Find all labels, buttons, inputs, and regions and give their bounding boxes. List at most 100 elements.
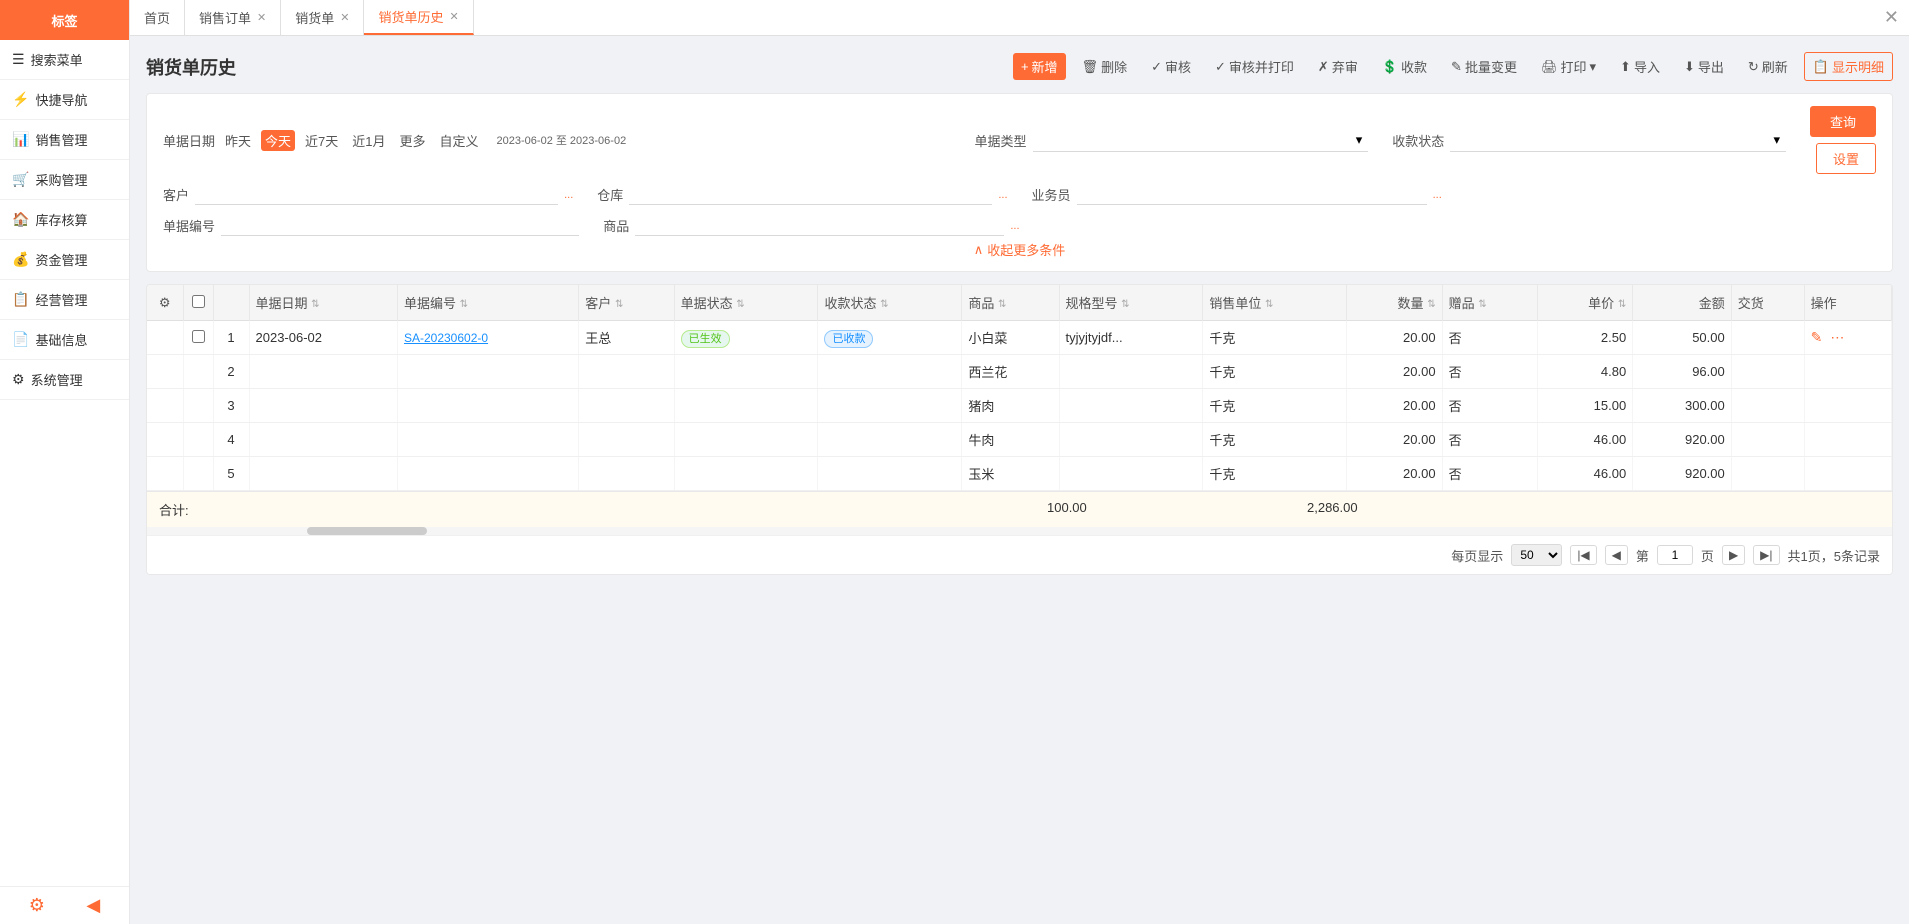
filter-salesperson-label: 业务员 bbox=[1032, 185, 1071, 204]
filter-customer-input[interactable] bbox=[195, 184, 558, 205]
row-checkbox-cell[interactable] bbox=[183, 321, 213, 355]
filter-collapse-btn[interactable]: ∧ 收起更多条件 bbox=[163, 236, 1876, 259]
col-doc-no-header[interactable]: 单据编号 ⇅ bbox=[397, 285, 578, 321]
scrollbar-thumb[interactable] bbox=[307, 527, 427, 535]
row-doc-no-cell[interactable] bbox=[397, 423, 578, 457]
col-spec-header[interactable]: 规格型号 ⇅ bbox=[1059, 285, 1203, 321]
row-checkbox-cell[interactable] bbox=[183, 457, 213, 491]
col-doc-status-header[interactable]: 单据状态 ⇅ bbox=[674, 285, 818, 321]
filter-warehouse-input[interactable] bbox=[629, 184, 992, 205]
query-button[interactable]: 查询 bbox=[1810, 106, 1876, 137]
col-pay-status-header[interactable]: 收款状态 ⇅ bbox=[818, 285, 962, 321]
delete-button[interactable]: 🗑 删除 bbox=[1074, 53, 1136, 80]
col-goods-header[interactable]: 商品 ⇅ bbox=[962, 285, 1059, 321]
row-doc-no-cell[interactable] bbox=[397, 389, 578, 423]
horizontal-scrollbar[interactable] bbox=[147, 527, 1892, 535]
abandon-button[interactable]: ✗ 弃审 bbox=[1310, 53, 1366, 80]
filter-doc-type-select[interactable]: ▾ bbox=[1033, 129, 1369, 152]
next-page-btn[interactable]: ▶ bbox=[1722, 545, 1745, 565]
filter-salesperson-input[interactable] bbox=[1077, 184, 1427, 205]
sidebar-item-sales-mgmt[interactable]: 📊 销售管理 bbox=[0, 120, 129, 160]
filter-goods-input[interactable] bbox=[635, 215, 1004, 236]
col-qty-header[interactable]: 数量 ⇅ bbox=[1347, 285, 1442, 321]
shortcut-1month[interactable]: 近1月 bbox=[348, 130, 389, 151]
close-all-tabs-button[interactable]: ✕ bbox=[1874, 7, 1909, 28]
collect-button[interactable]: 💲 收款 bbox=[1374, 53, 1435, 80]
print-button[interactable]: 🖨 打印 ▾ bbox=[1533, 53, 1604, 80]
customer-ellipsis-btn[interactable]: ... bbox=[564, 189, 573, 201]
sidebar-item-inventory-calc[interactable]: 🏠 库存核算 bbox=[0, 200, 129, 240]
pay-status-dropdown-icon: ▾ bbox=[1773, 132, 1780, 148]
col-doc-date-header[interactable]: 单据日期 ⇅ bbox=[249, 285, 397, 321]
tab-sales-history[interactable]: 销货单历史 ✕ bbox=[364, 0, 473, 35]
tab-sales-goods-close[interactable]: ✕ bbox=[340, 11, 349, 24]
sidebar-item-ops-mgmt[interactable]: 📋 经营管理 bbox=[0, 280, 129, 320]
col-settings-header[interactable]: ⚙ bbox=[147, 285, 183, 321]
filter-doc-no-input[interactable] bbox=[221, 215, 579, 236]
col-exchange-header[interactable]: 交货 bbox=[1731, 285, 1804, 321]
new-label: 新增 bbox=[1032, 57, 1058, 76]
sort-goods-icon: ⇅ bbox=[998, 299, 1006, 310]
row-doc-no-cell[interactable]: SA-20230602-0 bbox=[397, 321, 578, 355]
col-amount-header[interactable]: 金额 bbox=[1633, 285, 1732, 321]
filter-customer-label: 客户 bbox=[163, 185, 189, 204]
sidebar-item-search-menu[interactable]: ☰ 搜索菜单 bbox=[0, 40, 129, 80]
row-checkbox-cell[interactable] bbox=[183, 389, 213, 423]
select-all-checkbox[interactable] bbox=[192, 295, 205, 308]
show-detail-button[interactable]: 📋 显示明细 bbox=[1804, 52, 1893, 81]
audit-print-button[interactable]: ✓ 审核并打印 bbox=[1207, 53, 1302, 80]
audit-button[interactable]: ✓ 审核 bbox=[1143, 53, 1199, 80]
shortcut-7days[interactable]: 近7天 bbox=[301, 130, 342, 151]
tab-sales-history-close[interactable]: ✕ bbox=[450, 10, 459, 23]
sidebar-item-finance-mgmt[interactable]: 💰 资金管理 bbox=[0, 240, 129, 280]
import-button[interactable]: ⬆ 导入 bbox=[1612, 53, 1668, 80]
row-checkbox[interactable] bbox=[192, 330, 205, 343]
sidebar-settings-icon[interactable]: ⚙ bbox=[29, 895, 45, 916]
tab-sales-order[interactable]: 销售订单 ✕ bbox=[185, 0, 281, 35]
col-checkbox-header[interactable] bbox=[183, 285, 213, 321]
tab-home[interactable]: 首页 bbox=[130, 0, 185, 35]
edit-action-icon[interactable]: ✎ bbox=[1811, 329, 1823, 346]
col-unit-header[interactable]: 销售单位 ⇅ bbox=[1203, 285, 1347, 321]
tab-sales-goods[interactable]: 销货单 ✕ bbox=[281, 0, 364, 35]
sidebar-item-purchase-mgmt[interactable]: 🛒 采购管理 bbox=[0, 160, 129, 200]
shortcut-today[interactable]: 今天 bbox=[261, 130, 295, 151]
table-row: 1 2023-06-02 SA-20230602-0 王总 已生效 已收款 小白… bbox=[147, 321, 1892, 355]
row-checkbox-cell[interactable] bbox=[183, 355, 213, 389]
shortcut-yesterday[interactable]: 昨天 bbox=[221, 130, 255, 151]
more-action-icon[interactable]: ⋯ bbox=[1830, 329, 1844, 346]
first-page-btn[interactable]: |◀ bbox=[1570, 545, 1596, 565]
row-checkbox-cell[interactable] bbox=[183, 423, 213, 457]
batch-change-button[interactable]: ✎ 批量变更 bbox=[1443, 53, 1525, 80]
export-icon: ⬇ bbox=[1684, 59, 1695, 75]
doc-no-link[interactable]: SA-20230602-0 bbox=[404, 331, 488, 345]
salesperson-ellipsis-btn[interactable]: ... bbox=[1433, 189, 1442, 201]
export-button[interactable]: ⬇ 导出 bbox=[1676, 53, 1732, 80]
warehouse-ellipsis-btn[interactable]: ... bbox=[998, 189, 1007, 201]
sidebar-item-system-mgmt[interactable]: ⚙ 系统管理 bbox=[0, 360, 129, 400]
row-doc-no-cell[interactable] bbox=[397, 355, 578, 389]
last-page-btn[interactable]: ▶| bbox=[1753, 545, 1779, 565]
prev-page-btn[interactable]: ◀ bbox=[1605, 545, 1628, 565]
per-page-select[interactable]: 50 100 200 bbox=[1511, 544, 1562, 566]
sidebar-item-basic-info[interactable]: 📄 基础信息 bbox=[0, 320, 129, 360]
abandon-icon: ✗ bbox=[1318, 59, 1329, 75]
sort-doc-date-icon: ⇅ bbox=[311, 299, 319, 310]
tab-sales-order-close[interactable]: ✕ bbox=[257, 11, 266, 24]
goods-ellipsis-btn[interactable]: ... bbox=[1010, 220, 1019, 232]
filter-settings-button[interactable]: 设置 bbox=[1816, 143, 1876, 174]
col-unit-price-header[interactable]: 单价 ⇅ bbox=[1537, 285, 1632, 321]
shortcut-more[interactable]: 更多 bbox=[396, 130, 430, 151]
abandon-label: 弃审 bbox=[1332, 57, 1358, 76]
row-doc-no-cell[interactable] bbox=[397, 457, 578, 491]
refresh-button[interactable]: ↻ 刷新 bbox=[1740, 53, 1796, 80]
shortcut-custom[interactable]: 自定义 bbox=[436, 130, 483, 151]
page-number-input[interactable] bbox=[1657, 545, 1693, 565]
col-gift-header[interactable]: 赠品 ⇅ bbox=[1442, 285, 1537, 321]
sidebar-item-quick-nav[interactable]: ⚡ 快捷导航 bbox=[0, 80, 129, 120]
row-gift-cell: 否 bbox=[1442, 457, 1537, 491]
new-button[interactable]: + 新增 bbox=[1013, 53, 1066, 80]
filter-pay-status-select[interactable]: ▾ bbox=[1450, 129, 1786, 152]
col-customer-header[interactable]: 客户 ⇅ bbox=[579, 285, 674, 321]
sidebar-collapse-icon[interactable]: ◀ bbox=[86, 895, 100, 916]
